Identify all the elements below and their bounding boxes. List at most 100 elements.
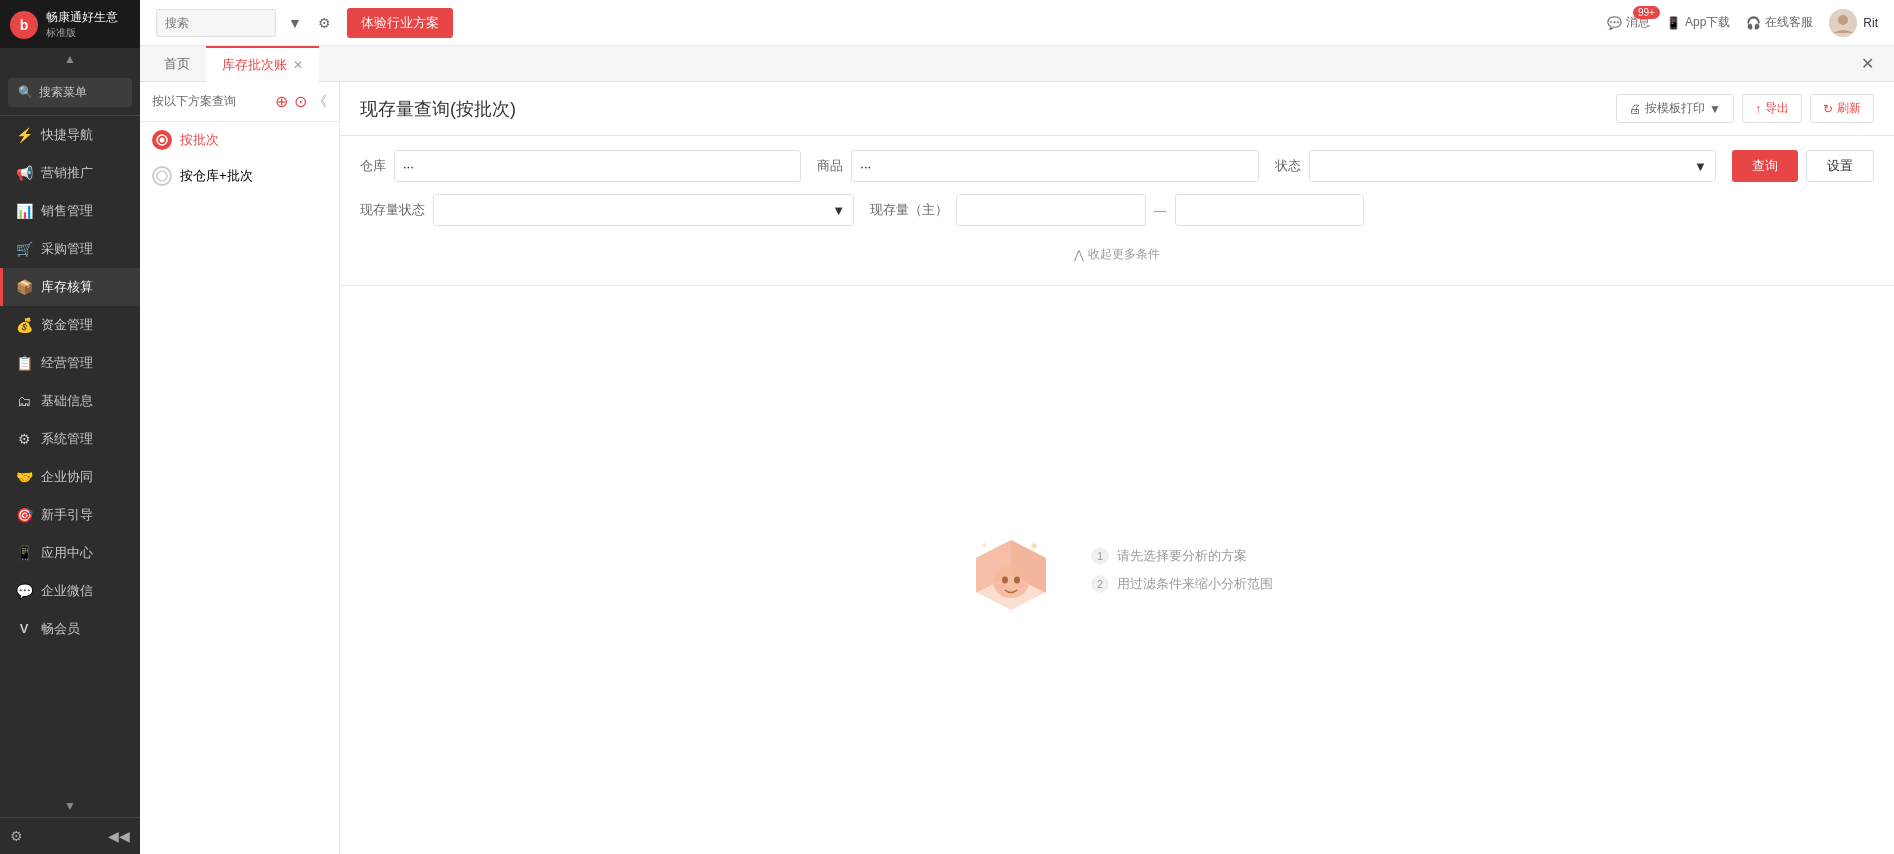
- quick-nav-icon: ⚡: [15, 126, 33, 144]
- gear-circle-icon: ⊙: [294, 92, 307, 111]
- sidebar-item-label: 资金管理: [41, 316, 93, 334]
- print-template-btn[interactable]: 🖨 按模板打印 ▼: [1616, 94, 1734, 123]
- topbar-dropdown-btn[interactable]: ▼: [284, 11, 306, 35]
- empty-state: ✦ ✦ 1 请先选择要分析的方案 2 用过滤条件来缩小分析范围: [340, 286, 1894, 854]
- topbar-search-input[interactable]: [156, 9, 276, 37]
- empty-tip-1: 1 请先选择要分析的方案: [1091, 547, 1273, 565]
- user-menu-btn[interactable]: Rit: [1829, 9, 1878, 37]
- sidebar-item-label: 经营管理: [41, 354, 93, 372]
- tab-home-label: 首页: [164, 55, 190, 73]
- tip-text-1: 请先选择要分析的方案: [1117, 547, 1247, 565]
- scheme-settings-btn[interactable]: ⊙: [294, 92, 307, 111]
- scheme-by-batch[interactable]: 按批次: [140, 122, 339, 158]
- collapse-sidebar-btn[interactable]: ◀◀: [108, 828, 130, 844]
- enterprise-wechat-icon: 💬: [15, 582, 33, 600]
- messages-btn[interactable]: 💬 消息 99+: [1607, 14, 1650, 31]
- headset-icon: 🎧: [1746, 16, 1761, 30]
- scheme-by-batch-label: 按批次: [180, 131, 219, 149]
- topbar-settings-btn[interactable]: ⚙: [314, 11, 335, 35]
- purchase-icon: 🛒: [15, 240, 33, 258]
- left-panel-actions: ⊕ ⊙ 《: [275, 92, 327, 111]
- collapse-left-panel-btn[interactable]: 《: [313, 93, 327, 111]
- status-label: 状态: [1275, 157, 1301, 175]
- collapse-filters-btn[interactable]: ⋀ 收起更多条件: [360, 238, 1874, 271]
- sidebar-item-app-center[interactable]: 📱 应用中心: [0, 534, 140, 572]
- sidebar-item-label: 销售管理: [41, 202, 93, 220]
- svg-text:✦: ✦: [1029, 539, 1039, 553]
- sidebar-item-label: 快捷导航: [41, 126, 93, 144]
- sidebar-item-label: 企业微信: [41, 582, 93, 600]
- status-field: 状态 ▼: [1275, 150, 1716, 182]
- print-dropdown-icon: ▼: [1709, 102, 1721, 116]
- svg-point-11: [997, 584, 1005, 589]
- enterprise-icon: 🤝: [15, 468, 33, 486]
- sidebar-item-enterprise[interactable]: 🤝 企业协同: [0, 458, 140, 496]
- sidebar-footer: ⚙ ◀◀: [0, 817, 140, 854]
- sidebar-item-purchase[interactable]: 🛒 采购管理: [0, 230, 140, 268]
- members-icon: V: [15, 620, 33, 638]
- search-menu-button[interactable]: 🔍 搜索菜单: [8, 78, 132, 107]
- query-button[interactable]: 查询: [1732, 150, 1798, 182]
- scheme-inactive-icon: [152, 166, 172, 186]
- chevron-down-icon2: ▼: [832, 203, 845, 218]
- stock-qty-field: 现存量（主） —: [870, 194, 1364, 226]
- export-btn[interactable]: ↑ 导出: [1742, 94, 1802, 123]
- warehouse-input[interactable]: ···: [394, 150, 801, 182]
- app-center-icon: 📱: [15, 544, 33, 562]
- tab-inventory-batch[interactable]: 库存批次账 ✕: [206, 46, 319, 82]
- warehouse-dots: ···: [403, 159, 414, 174]
- sidebar-item-inventory[interactable]: 📦 库存核算: [0, 268, 140, 306]
- sidebar-item-label: 新手引导: [41, 506, 93, 524]
- tip-number-2: 2: [1091, 575, 1109, 593]
- page-title: 现存量查询(按批次): [360, 97, 516, 121]
- online-service-btn[interactable]: 🎧 在线客服: [1746, 14, 1813, 31]
- sidebar-item-label: 基础信息: [41, 392, 93, 410]
- phone-icon: 📱: [1666, 16, 1681, 30]
- sidebar-item-system[interactable]: ⚙ 系统管理: [0, 420, 140, 458]
- stock-status-select[interactable]: ▼: [433, 194, 854, 226]
- sidebar-item-newbie[interactable]: 🎯 新手引导: [0, 496, 140, 534]
- sidebar-item-marketing[interactable]: 📢 营销推广: [0, 154, 140, 192]
- stock-status-label: 现存量状态: [360, 201, 425, 219]
- add-scheme-btn[interactable]: ⊕: [275, 92, 288, 111]
- left-panel-header: 按以下方案查询 ⊕ ⊙ 《: [140, 82, 339, 122]
- system-icon: ⚙: [15, 430, 33, 448]
- scheme-by-warehouse-batch[interactable]: 按仓库+批次: [140, 158, 339, 194]
- sidebar-item-members[interactable]: V 畅会员: [0, 610, 140, 648]
- tab-close-all-btn[interactable]: ✕: [1849, 54, 1886, 73]
- topbar-search-area: ▼ ⚙: [156, 9, 335, 37]
- operations-icon: 📋: [15, 354, 33, 372]
- scroll-down-btn[interactable]: ▼: [64, 799, 76, 813]
- empty-content: ✦ ✦ 1 请先选择要分析的方案 2 用过滤条件来缩小分析范围: [961, 520, 1273, 620]
- print-label: 按模板打印: [1645, 100, 1705, 117]
- app-download-btn[interactable]: 📱 App下载: [1666, 14, 1730, 31]
- tab-close-btn[interactable]: ✕: [293, 58, 303, 72]
- sidebar-item-label: 采购管理: [41, 240, 93, 258]
- search-menu-label: 搜索菜单: [39, 84, 87, 101]
- sidebar-item-basic-info[interactable]: 🗂 基础信息: [0, 382, 140, 420]
- page-actions: 🖨 按模板打印 ▼ ↑ 导出 ↻ 刷新: [1616, 94, 1874, 123]
- export-icon: ↑: [1755, 102, 1761, 116]
- stock-qty-min-input[interactable]: [956, 194, 1146, 226]
- stock-qty-max-input[interactable]: [1175, 194, 1365, 226]
- status-select[interactable]: ▼: [1309, 150, 1716, 182]
- product-input[interactable]: ···: [851, 150, 1258, 182]
- sidebar-item-operations[interactable]: 📋 经营管理: [0, 344, 140, 382]
- experience-industry-btn[interactable]: 体验行业方案: [347, 8, 453, 38]
- app-logo: b: [10, 11, 38, 39]
- sidebar-item-finance[interactable]: 💰 资金管理: [0, 306, 140, 344]
- tab-inventory-batch-label: 库存批次账: [222, 56, 287, 74]
- tabs-bar: 首页 库存批次账 ✕ ✕: [140, 46, 1894, 82]
- sidebar-item-enterprise-wechat[interactable]: 💬 企业微信: [0, 572, 140, 610]
- scroll-up-btn[interactable]: ▲: [64, 52, 76, 66]
- svg-point-4: [157, 171, 167, 181]
- app-download-label: App下载: [1685, 14, 1730, 31]
- refresh-btn[interactable]: ↻ 刷新: [1810, 94, 1874, 123]
- tab-home[interactable]: 首页: [148, 46, 206, 82]
- filter-area: 仓库 ··· 商品 ··· 状态: [340, 136, 1894, 286]
- settings-button[interactable]: 设置: [1806, 150, 1874, 182]
- stock-qty-label: 现存量（主）: [870, 201, 948, 219]
- sidebar-item-sales[interactable]: 📊 销售管理: [0, 192, 140, 230]
- sidebar-item-quick-nav[interactable]: ⚡ 快捷导航: [0, 116, 140, 154]
- settings-gear-btn[interactable]: ⚙: [10, 828, 23, 844]
